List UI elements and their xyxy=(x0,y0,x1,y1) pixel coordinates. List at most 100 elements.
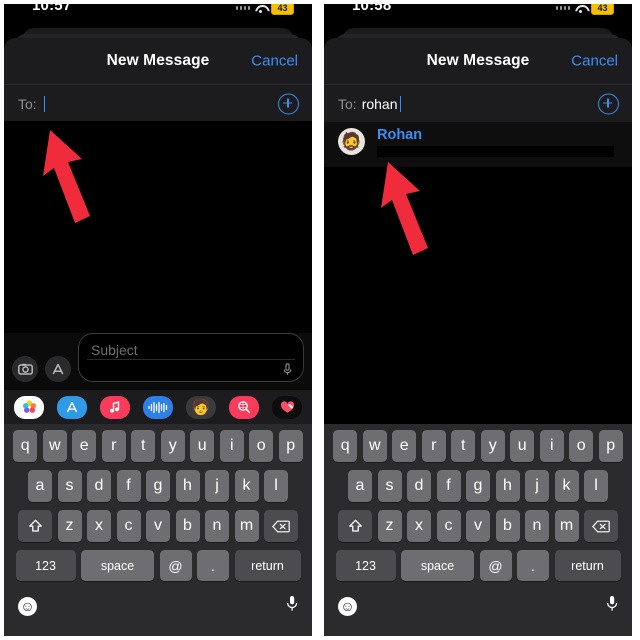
key-e[interactable]: e xyxy=(392,430,417,462)
key-n[interactable]: n xyxy=(525,510,549,542)
camera-icon[interactable] xyxy=(12,356,38,382)
key-h[interactable]: h xyxy=(495,470,520,502)
key-u[interactable]: u xyxy=(190,430,215,462)
app-store-icon[interactable] xyxy=(45,356,71,382)
key-y[interactable]: y xyxy=(480,430,505,462)
photos-app-icon[interactable] xyxy=(14,395,44,419)
key-g[interactable]: g xyxy=(466,470,490,502)
key-i[interactable]: i xyxy=(219,430,244,462)
microphone-icon[interactable] xyxy=(286,595,298,617)
numbers-key[interactable]: 123 xyxy=(335,550,396,581)
delete-glyph xyxy=(592,520,610,532)
cancel-button[interactable]: Cancel xyxy=(571,53,618,70)
key-f[interactable]: f xyxy=(436,470,461,502)
to-field-row[interactable]: To: xyxy=(4,84,312,122)
key-z[interactable]: z xyxy=(57,510,82,542)
to-field-input[interactable]: rohan xyxy=(362,96,398,112)
key-l[interactable]: l xyxy=(264,470,288,502)
subject-message-field[interactable]: Subject xyxy=(78,333,304,382)
status-bar: 10:57 43 xyxy=(4,4,312,26)
key-a[interactable]: a xyxy=(28,470,52,502)
key-g[interactable]: g xyxy=(146,470,170,502)
shift-icon[interactable] xyxy=(18,510,52,542)
key-p[interactable]: p xyxy=(598,430,623,462)
key-z[interactable]: z xyxy=(377,510,402,542)
key-v[interactable]: v xyxy=(466,510,490,542)
key-c[interactable]: c xyxy=(116,510,141,542)
key-f[interactable]: f xyxy=(116,470,141,502)
key-m[interactable]: m xyxy=(554,510,579,542)
memoji-app-icon[interactable]: 🧑 xyxy=(186,395,216,419)
key-x[interactable]: x xyxy=(407,510,431,542)
key-v[interactable]: v xyxy=(146,510,170,542)
music-app-icon[interactable] xyxy=(100,395,130,419)
microphone-icon[interactable] xyxy=(283,363,292,381)
key-t[interactable]: t xyxy=(131,430,156,462)
plus-circle-icon[interactable] xyxy=(598,93,619,114)
key-h[interactable]: h xyxy=(175,470,200,502)
key-l[interactable]: l xyxy=(584,470,608,502)
compose-bar: Subject xyxy=(4,333,312,390)
key-t[interactable]: t xyxy=(451,430,476,462)
key-j[interactable]: j xyxy=(205,470,229,502)
key-o[interactable]: o xyxy=(249,430,274,462)
key-q[interactable]: q xyxy=(333,430,358,462)
keyboard-bottom-bar: ☺ xyxy=(324,589,632,621)
period-key[interactable]: . xyxy=(197,550,229,581)
key-w[interactable]: w xyxy=(42,430,67,462)
key-w[interactable]: w xyxy=(362,430,387,462)
key-q[interactable]: q xyxy=(13,430,38,462)
status-bar-time: 10:58 xyxy=(352,4,392,14)
key-k[interactable]: k xyxy=(234,470,259,502)
at-key[interactable]: @ xyxy=(479,550,512,581)
cancel-button[interactable]: Cancel xyxy=(251,53,298,70)
key-u[interactable]: u xyxy=(510,430,535,462)
key-c[interactable]: c xyxy=(436,510,461,542)
key-p[interactable]: p xyxy=(278,430,303,462)
return-key[interactable]: return xyxy=(234,550,301,581)
key-m[interactable]: m xyxy=(234,510,259,542)
digital-touch-app-icon[interactable] xyxy=(272,395,302,419)
keyboard-row-3: z x c v b n m xyxy=(4,510,312,542)
contact-name[interactable]: Rohan xyxy=(377,128,614,143)
key-d[interactable]: d xyxy=(407,470,431,502)
key-r[interactable]: r xyxy=(101,430,126,462)
plus-circle-icon[interactable] xyxy=(278,93,299,114)
at-key[interactable]: @ xyxy=(159,550,192,581)
shift-icon[interactable] xyxy=(338,510,372,542)
key-o[interactable]: o xyxy=(569,430,594,462)
to-field-row[interactable]: To: rohan xyxy=(324,84,632,122)
text-caret xyxy=(43,95,46,112)
app-store-app-icon[interactable] xyxy=(57,395,87,419)
key-n[interactable]: n xyxy=(205,510,229,542)
emoji-icon[interactable]: ☺ xyxy=(338,596,357,616)
key-y[interactable]: y xyxy=(160,430,185,462)
key-d[interactable]: d xyxy=(87,470,111,502)
key-s[interactable]: s xyxy=(377,470,402,502)
space-key[interactable]: space xyxy=(81,550,154,581)
microphone-icon[interactable] xyxy=(606,595,618,617)
images-search-app-icon[interactable] xyxy=(229,395,259,419)
key-b[interactable]: b xyxy=(495,510,520,542)
return-key[interactable]: return xyxy=(554,550,621,581)
microphone-glyph xyxy=(283,363,292,375)
key-j[interactable]: j xyxy=(525,470,549,502)
key-x[interactable]: x xyxy=(87,510,111,542)
imessage-app-drawer: 🧑 xyxy=(4,390,312,424)
emoji-icon[interactable]: ☺ xyxy=(18,596,37,616)
key-r[interactable]: r xyxy=(421,430,446,462)
key-i[interactable]: i xyxy=(539,430,564,462)
key-e[interactable]: e xyxy=(72,430,97,462)
space-key[interactable]: space xyxy=(401,550,474,581)
key-k[interactable]: k xyxy=(554,470,579,502)
key-s[interactable]: s xyxy=(57,470,82,502)
dictation-glyph xyxy=(286,596,298,611)
key-b[interactable]: b xyxy=(175,510,200,542)
delete-icon[interactable] xyxy=(584,510,618,542)
wifi-icon xyxy=(575,4,586,13)
voice-memo-app-icon[interactable] xyxy=(143,395,173,419)
period-key[interactable]: . xyxy=(517,550,549,581)
delete-icon[interactable] xyxy=(264,510,298,542)
numbers-key[interactable]: 123 xyxy=(15,550,76,581)
key-a[interactable]: a xyxy=(348,470,372,502)
